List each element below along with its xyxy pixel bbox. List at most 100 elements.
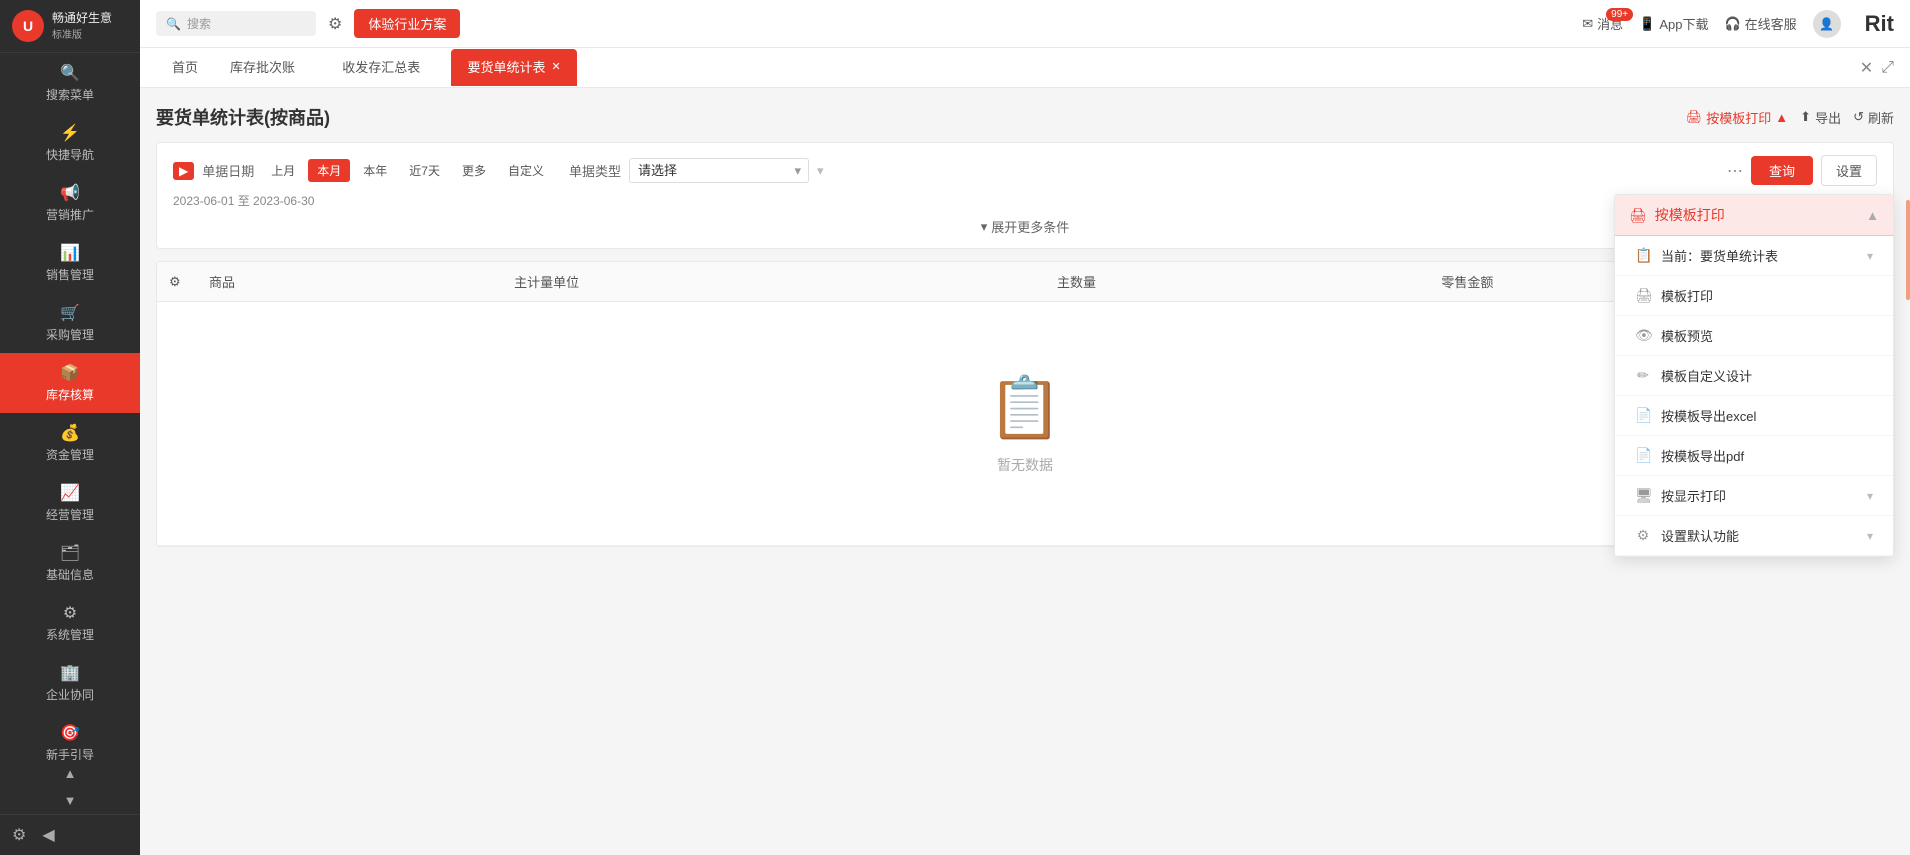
dropdown-header[interactable]: 🖨 按模板打印 ▲ — [1615, 195, 1893, 236]
empty-icon: 📋 — [988, 372, 1063, 443]
dropdown-item-template_print[interactable]: 🖨 模板打印 — [1615, 276, 1893, 316]
settings-icon[interactable]: ⚙ — [12, 825, 26, 845]
tab-home[interactable]: 首页 — [156, 49, 214, 86]
message-icon: ✉ — [1582, 16, 1593, 32]
chevron-up-close-icon[interactable]: ▲ — [1866, 208, 1879, 223]
logo-icon: U — [12, 10, 44, 42]
sidebar-icon-enterprise: 🏢 — [60, 663, 80, 683]
col-settings[interactable]: ⚙ — [157, 262, 197, 302]
print-header-icon: 🖨 — [1629, 207, 1647, 224]
gear-icon[interactable]: ⚙ — [328, 14, 342, 34]
group-icon-display_print: 🖥 — [1635, 487, 1651, 504]
page-title: 要货单统计表(按商品) — [156, 104, 330, 130]
sidebar-item-enterprise[interactable]: 🏢 企业协同 — [0, 653, 140, 713]
sidebar-item-search[interactable]: 🔍 搜索菜单 — [0, 53, 140, 113]
sidebar-label-sales: 销售管理 — [46, 266, 94, 283]
sidebar-item-sales[interactable]: 📊 销售管理 — [0, 233, 140, 293]
sidebar-item-operation[interactable]: 📈 经营管理 — [0, 473, 140, 533]
app-logo: U 畅通好生意 标准版 — [0, 0, 140, 53]
sidebar-item-marketing[interactable]: 📢 营销推广 — [0, 173, 140, 233]
dropdown-group-default_func[interactable]: ⚙ 设置默认功能 ▾ — [1615, 516, 1893, 556]
export-button[interactable]: ⬆ 导出 — [1800, 108, 1841, 127]
page-header: 要货单统计表(按商品) 🖨 按模板打印 ▲ ⬆ 导出 ↺ 刷新 — [156, 104, 1894, 130]
type-select-wrapper: 请选择 — [629, 158, 809, 183]
experience-button[interactable]: 体验行业方案 — [354, 9, 460, 38]
group-icon-default_func: ⚙ — [1635, 527, 1651, 544]
dropdown-item-export_excel[interactable]: 📄 按模板导出excel — [1615, 396, 1893, 436]
user-name[interactable]: Rit — [1865, 11, 1894, 37]
sidebar-item-inventory[interactable]: 📦 库存核算 — [0, 353, 140, 413]
close-window-icon[interactable]: ✕ — [1860, 58, 1873, 78]
sidebar-item-finance[interactable]: 💰 资金管理 — [0, 413, 140, 473]
app-version: 标准版 — [52, 26, 112, 41]
dropdown-icon-template_design: ✏ — [1635, 367, 1651, 384]
sidebar-label-enterprise: 企业协同 — [46, 686, 94, 703]
service-icon: 🎧 — [1724, 16, 1740, 32]
tab-summary[interactable]: 收发存汇总表✕ — [326, 49, 451, 86]
date-filter-label: 单据日期 — [202, 161, 254, 180]
more-options-icon[interactable]: ⋯ — [1727, 161, 1743, 181]
dropdown-group-display_print[interactable]: 🖥 按显示打印 ▾ — [1615, 476, 1893, 516]
date-btn-本月[interactable]: 本月 — [308, 159, 350, 182]
online-service-action[interactable]: 🎧 在线客服 — [1724, 14, 1796, 33]
date-btn-更多[interactable]: 更多 — [453, 159, 495, 182]
empty-text: 暂无数据 — [997, 455, 1053, 475]
dropdown-icon-export_pdf: 📄 — [1635, 447, 1651, 464]
tab-order_stats[interactable]: 要货单统计表✕ — [451, 49, 576, 86]
sidebar-item-system[interactable]: ⚙ 系统管理 — [0, 593, 140, 653]
date-filter-group: ▶ 单据日期 上月本月本年近7天更多自定义 — [173, 159, 553, 182]
dropdown-label-template_design: 模板自定义设计 — [1661, 366, 1752, 385]
dropdown-item-export_pdf[interactable]: 📄 按模板导出pdf — [1615, 436, 1893, 476]
online-service-label: 在线客服 — [1745, 14, 1797, 33]
chevron-up-icon: ▲ — [1775, 110, 1788, 125]
date-range-display: 2023-06-01 至 2023-06-30 — [173, 192, 314, 209]
dropdown-group-items: 🖥 按显示打印 ▾ ⚙ 设置默认功能 ▾ — [1615, 476, 1893, 556]
sidebar-icon-guide: 🎯 — [60, 723, 80, 743]
dropdown-item-template_preview[interactable]: 👁 模板预览 — [1615, 316, 1893, 356]
collapse-icon[interactable]: ◀ — [42, 825, 54, 845]
maximize-window-icon[interactable]: ⤢ — [1881, 59, 1894, 77]
vertical-scrollbar[interactable] — [1906, 200, 1910, 300]
download-icon: 📱 — [1639, 16, 1655, 32]
messages-action[interactable]: ✉ 消息 99+ — [1582, 14, 1623, 33]
top-search[interactable]: 🔍 搜索 — [156, 11, 316, 36]
app-download-action[interactable]: 📱 App下载 — [1639, 14, 1708, 33]
dropdown-icon-template_preview: 👁 — [1635, 327, 1651, 344]
type-filter-label: 单据类型 — [569, 161, 621, 180]
sidebar-icon-search: 🔍 — [60, 63, 80, 83]
sidebar-item-shortcut[interactable]: ⚡ 快捷导航 — [0, 113, 140, 173]
date-btn-自定义[interactable]: 自定义 — [499, 159, 553, 182]
dropdown-item-template_design[interactable]: ✏ 模板自定义设计 — [1615, 356, 1893, 396]
date-btn-近7天[interactable]: 近7天 — [400, 159, 449, 182]
settings-filter-button[interactable]: 设置 — [1821, 155, 1877, 186]
tab-batch[interactable]: 库存批次账✕ — [214, 49, 326, 86]
date-btn-本年[interactable]: 本年 — [354, 159, 396, 182]
sidebar-scroll-up[interactable]: ▲ — [0, 760, 140, 787]
current-template-left: 📋 当前：要货单统计表 — [1635, 246, 1778, 265]
refresh-button[interactable]: ↺ 刷新 — [1853, 108, 1894, 127]
expand-icon: ▾ — [981, 219, 988, 235]
sidebar-item-guide[interactable]: 🎯 新手引导 — [0, 713, 140, 760]
sidebar-label-marketing: 营销推广 — [46, 206, 94, 223]
tab-close-summary[interactable]: ✕ — [426, 60, 435, 73]
sidebar-item-basic[interactable]: 🗂 基础信息 — [0, 533, 140, 593]
dropdown-menu-items: 🖨 模板打印 👁 模板预览 ✏ 模板自定义设计 📄 按模板导出excel 📄 按… — [1615, 276, 1893, 476]
type-select[interactable]: 请选择 — [629, 158, 809, 183]
current-template-icon: 📋 — [1635, 247, 1651, 264]
sidebar-icon-finance: 💰 — [60, 423, 80, 443]
print-template-button[interactable]: 🖨 按模板打印 ▲ — [1686, 108, 1788, 127]
date-btn-上月[interactable]: 上月 — [262, 159, 304, 182]
expand-label: 展开更多条件 — [991, 217, 1069, 236]
current-template-item[interactable]: 📋 当前：要货单统计表 ▾ — [1615, 236, 1893, 276]
sidebar-item-purchase[interactable]: 🛒 采购管理 — [0, 293, 140, 353]
dropdown-header-title: 按模板打印 — [1655, 205, 1725, 225]
query-button[interactable]: 查询 — [1751, 156, 1813, 185]
dropdown-label-export_pdf: 按模板导出pdf — [1661, 446, 1744, 465]
tab-close-batch[interactable]: ✕ — [301, 60, 310, 73]
sidebar-icon-shortcut: ⚡ — [60, 123, 80, 143]
sidebar-scroll-down[interactable]: ▼ — [0, 787, 140, 814]
expand-arrow-icon[interactable]: ▶ — [173, 162, 194, 180]
sidebar-icon-sales: 📊 — [60, 243, 80, 263]
user-avatar[interactable]: 👤 — [1813, 10, 1841, 38]
tab-close-order_stats[interactable]: ✕ — [552, 60, 561, 73]
